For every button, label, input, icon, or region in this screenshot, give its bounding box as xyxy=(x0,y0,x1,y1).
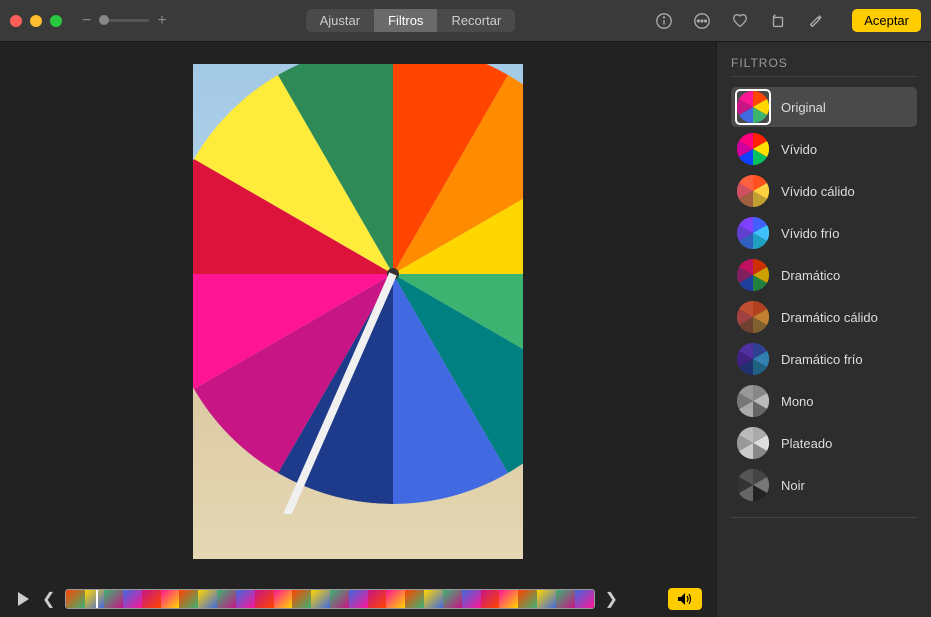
filmstrip-frame[interactable] xyxy=(386,590,405,608)
sidebar-title: FILTROS xyxy=(731,56,917,70)
filmstrip-frame[interactable] xyxy=(236,590,255,608)
info-icon[interactable] xyxy=(654,11,674,31)
filmstrip-frame[interactable] xyxy=(424,590,443,608)
filmstrip-frame[interactable] xyxy=(104,590,123,608)
filmstrip-frame[interactable] xyxy=(330,590,349,608)
favorite-icon[interactable] xyxy=(730,11,750,31)
filter-thumbnail xyxy=(737,175,769,207)
filmstrip-frame[interactable] xyxy=(349,590,368,608)
photo-viewport xyxy=(0,42,716,581)
canvas-area: ❮ ❯ xyxy=(0,42,716,617)
playhead[interactable] xyxy=(96,589,98,609)
filmstrip-frame[interactable] xyxy=(274,590,293,608)
filmstrip-frame[interactable] xyxy=(123,590,142,608)
filter-dramatic-cool[interactable]: Dramático frío xyxy=(731,339,917,379)
minimize-button[interactable] xyxy=(30,15,42,27)
filmstrip-frame[interactable] xyxy=(518,590,537,608)
toolbar-actions: Aceptar xyxy=(654,9,921,32)
filter-noir[interactable]: Noir xyxy=(731,465,917,505)
filmstrip-frame[interactable] xyxy=(462,590,481,608)
filter-label: Dramático xyxy=(781,268,840,283)
filter-color[interactable]: Original xyxy=(731,87,917,127)
filmstrip-frame[interactable] xyxy=(443,590,462,608)
video-timeline: ❮ ❯ xyxy=(0,581,716,617)
filmstrip-frame[interactable] xyxy=(292,590,311,608)
filter-label: Vívido frío xyxy=(781,226,840,241)
filter-label: Vívido xyxy=(781,142,817,157)
filter-thumbnail xyxy=(737,133,769,165)
filmstrip-frame[interactable] xyxy=(368,590,387,608)
enhance-icon[interactable] xyxy=(806,11,826,31)
tab-filters[interactable]: Filtros xyxy=(374,9,437,32)
filter-thumbnail xyxy=(737,343,769,375)
titlebar: − + Ajustar Filtros Recortar Aceptar xyxy=(0,0,931,42)
filter-label: Original xyxy=(781,100,826,115)
zoom-slider[interactable] xyxy=(99,19,149,22)
window-controls xyxy=(10,15,62,27)
filmstrip-frame[interactable] xyxy=(255,590,274,608)
close-button[interactable] xyxy=(10,15,22,27)
rotate-icon[interactable] xyxy=(768,11,788,31)
filmstrip-frame[interactable] xyxy=(85,590,104,608)
filter-thumbnail xyxy=(737,91,769,123)
zoom-out-button[interactable]: − xyxy=(82,12,91,30)
filter-vivid-cool[interactable]: Vívido frío xyxy=(731,213,917,253)
filter-mono[interactable]: Mono xyxy=(731,381,917,421)
filter-silver[interactable]: Plateado xyxy=(731,423,917,463)
filmstrip[interactable] xyxy=(65,589,594,609)
filter-thumbnail xyxy=(737,259,769,291)
filter-vivid-warm[interactable]: Vívido cálido xyxy=(731,171,917,211)
filter-dramatic[interactable]: Dramático xyxy=(731,255,917,295)
edit-mode-tabs: Ajustar Filtros Recortar xyxy=(306,9,516,32)
filter-label: Vívido cálido xyxy=(781,184,855,199)
zoom-control: − + xyxy=(82,12,167,30)
divider xyxy=(731,76,917,77)
filter-label: Plateado xyxy=(781,436,832,451)
filter-thumbnail xyxy=(737,385,769,417)
filmstrip-frame[interactable] xyxy=(311,590,330,608)
filter-label: Mono xyxy=(781,394,814,409)
trim-start-handle[interactable]: ❮ xyxy=(42,589,55,609)
more-icon[interactable] xyxy=(692,11,712,31)
filter-dramatic-warm[interactable]: Dramático cálido xyxy=(731,297,917,337)
zoom-in-button[interactable]: + xyxy=(157,12,166,30)
filmstrip-frame[interactable] xyxy=(161,590,180,608)
filmstrip-frame[interactable] xyxy=(575,590,594,608)
filter-vivid[interactable]: Vívido xyxy=(731,129,917,169)
filmstrip-frame[interactable] xyxy=(66,590,85,608)
audio-button[interactable] xyxy=(668,588,702,610)
filter-thumbnail xyxy=(737,301,769,333)
filter-label: Dramático cálido xyxy=(781,310,878,325)
filter-thumbnail xyxy=(737,427,769,459)
done-button[interactable]: Aceptar xyxy=(852,9,921,32)
filmstrip-frame[interactable] xyxy=(499,590,518,608)
filmstrip-frame[interactable] xyxy=(405,590,424,608)
filter-label: Noir xyxy=(781,478,805,493)
filmstrip-frame[interactable] xyxy=(198,590,217,608)
filters-sidebar: FILTROS Original Vívido Vívido cálido Vívid… xyxy=(716,42,931,617)
filmstrip-frame[interactable] xyxy=(556,590,575,608)
trim-end-handle[interactable]: ❯ xyxy=(605,589,618,609)
filmstrip-frame[interactable] xyxy=(481,590,500,608)
play-button[interactable] xyxy=(14,590,32,608)
photo-preview[interactable] xyxy=(193,64,523,559)
divider xyxy=(731,517,917,518)
fullscreen-button[interactable] xyxy=(50,15,62,27)
tab-adjust[interactable]: Ajustar xyxy=(306,9,374,32)
filmstrip-frame[interactable] xyxy=(142,590,161,608)
tab-crop[interactable]: Recortar xyxy=(437,9,515,32)
filmstrip-frame[interactable] xyxy=(537,590,556,608)
filter-label: Dramático frío xyxy=(781,352,863,367)
filmstrip-frame[interactable] xyxy=(217,590,236,608)
filter-thumbnail xyxy=(737,217,769,249)
filmstrip-frame[interactable] xyxy=(179,590,198,608)
filter-thumbnail xyxy=(737,469,769,501)
